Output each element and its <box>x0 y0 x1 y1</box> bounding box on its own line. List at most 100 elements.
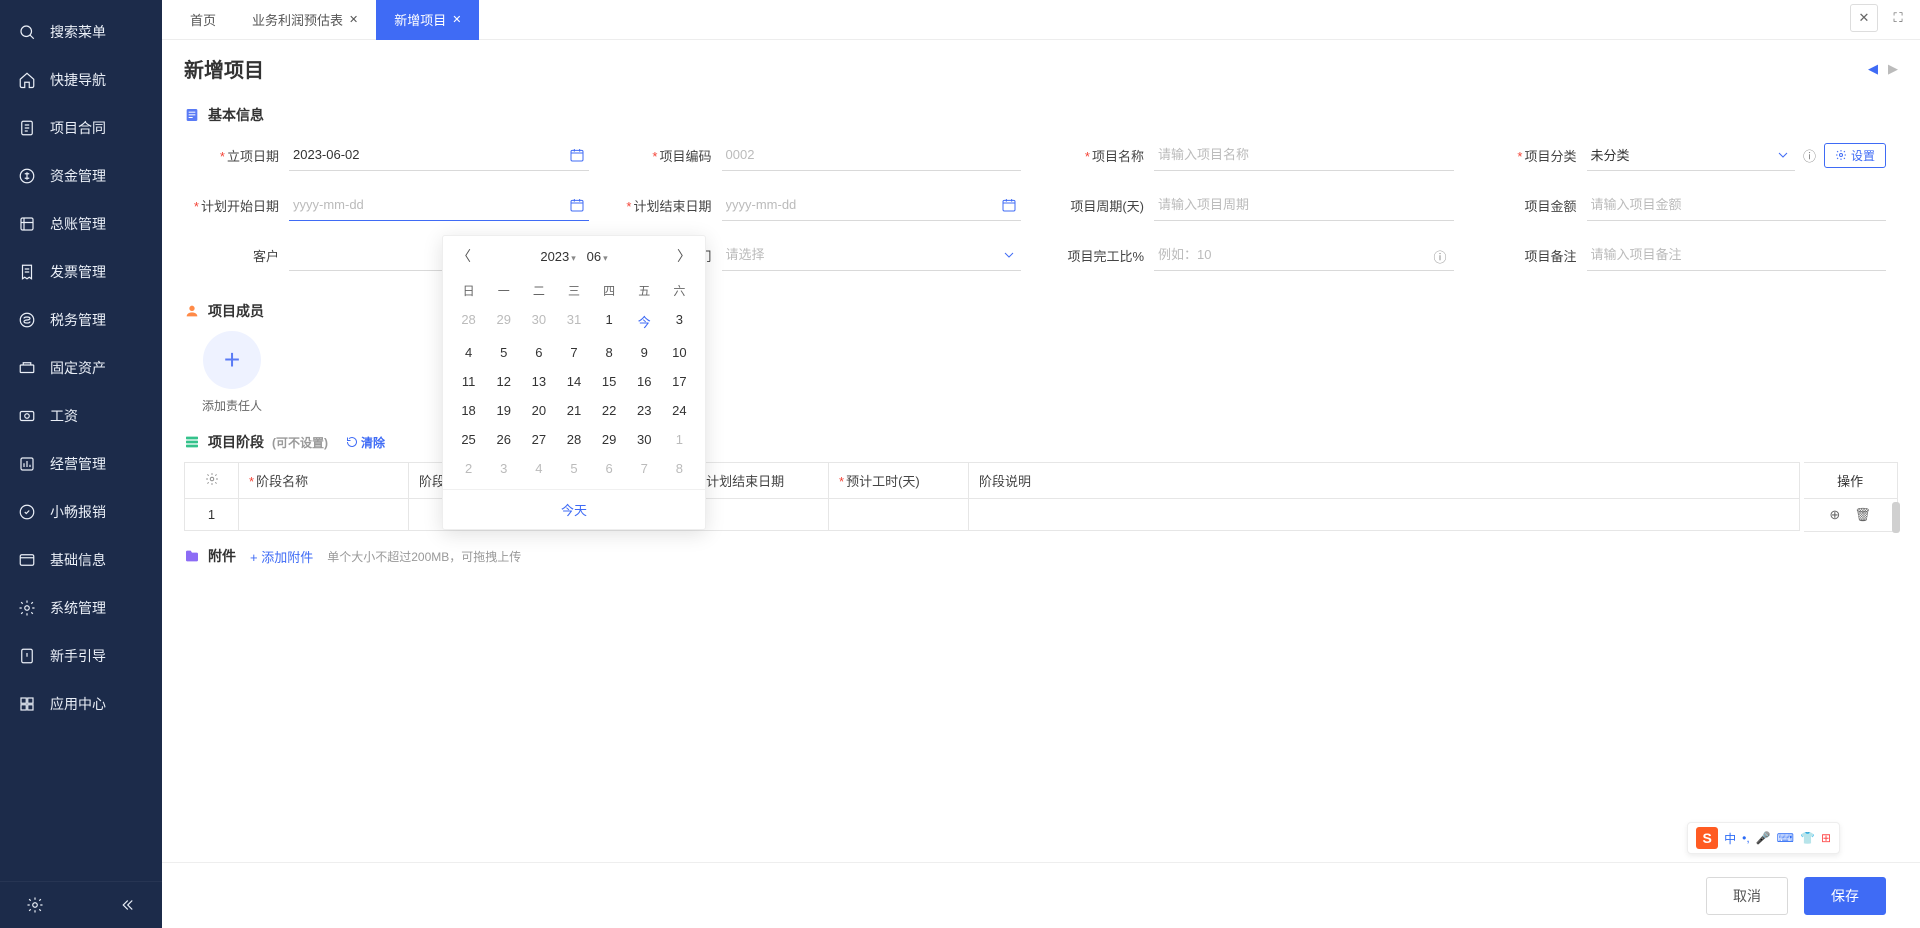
datepicker-day[interactable]: 5 <box>486 338 521 367</box>
clear-stages-button[interactable]: 清除 <box>346 434 385 451</box>
collapse-icon[interactable] <box>118 896 136 914</box>
tab-close-icon[interactable]: ✕ <box>349 13 358 26</box>
tab-close-button[interactable]: ✕ <box>1850 4 1878 32</box>
sidebar-item-1[interactable]: 快捷导航 <box>0 56 162 104</box>
proj-cat-select[interactable] <box>1587 139 1795 171</box>
page-prev-button[interactable]: ◀ <box>1868 61 1878 77</box>
add-member-button[interactable]: + <box>203 331 261 389</box>
calendar-icon[interactable] <box>569 147 585 163</box>
datepicker-day[interactable]: 6 <box>592 454 627 483</box>
tab-2[interactable]: 新增项目✕ <box>376 0 479 40</box>
est-date-input[interactable] <box>289 139 589 171</box>
datepicker-day[interactable]: 4 <box>451 338 486 367</box>
datepicker-day[interactable]: 10 <box>662 338 697 367</box>
sidebar-item-10[interactable]: 小畅报销 <box>0 488 162 536</box>
sidebar-item-12[interactable]: 系统管理 <box>0 584 162 632</box>
datepicker-day[interactable]: 21 <box>556 396 591 425</box>
sidebar-item-4[interactable]: 总账管理 <box>0 200 162 248</box>
datepicker-prev-button[interactable]: 〈 <box>457 246 471 266</box>
page-next-button[interactable]: ▶ <box>1888 61 1898 77</box>
datepicker-day[interactable]: 31 <box>556 305 591 338</box>
datepicker-day[interactable]: 1 <box>592 305 627 338</box>
datepicker-day[interactable]: 12 <box>486 367 521 396</box>
datepicker-day[interactable]: 5 <box>556 454 591 483</box>
gear-icon[interactable] <box>205 472 219 486</box>
datepicker-day[interactable]: 17 <box>662 367 697 396</box>
sidebar-item-13[interactable]: 新手引导 <box>0 632 162 680</box>
progress-input[interactable] <box>1154 239 1454 271</box>
tab-1[interactable]: 业务利润预估表✕ <box>234 0 376 40</box>
ime-toolbar[interactable]: S 中 •, 🎤 ⌨ 👕 ⊞ <box>1687 822 1840 854</box>
datepicker-month[interactable]: 06 <box>587 249 601 264</box>
datepicker-day[interactable]: 6 <box>521 338 556 367</box>
plan-end-input[interactable] <box>722 189 1022 221</box>
datepicker-day[interactable]: 7 <box>627 454 662 483</box>
row-delete-button[interactable]: 🗑 <box>1854 507 1871 523</box>
datepicker-day[interactable]: 3 <box>662 305 697 338</box>
sidebar-item-8[interactable]: 工资 <box>0 392 162 440</box>
datepicker-day[interactable]: 29 <box>592 425 627 454</box>
datepicker-day[interactable]: 2 <box>451 454 486 483</box>
datepicker-day[interactable]: 7 <box>556 338 591 367</box>
scrollbar[interactable] <box>1892 502 1900 533</box>
calendar-icon[interactable] <box>1001 197 1017 213</box>
amount-input[interactable] <box>1587 189 1887 221</box>
sidebar-item-11[interactable]: 基础信息 <box>0 536 162 584</box>
row-add-button[interactable]: ⊕ <box>1829 507 1840 523</box>
datepicker-year[interactable]: 2023 <box>540 249 569 264</box>
datepicker-day[interactable]: 29 <box>486 305 521 338</box>
datepicker-day[interactable]: 9 <box>627 338 662 367</box>
datepicker-day[interactable]: 13 <box>521 367 556 396</box>
help-icon[interactable]: ⓘ <box>1803 146 1816 165</box>
sidebar-item-3[interactable]: 资金管理 <box>0 152 162 200</box>
datepicker-day[interactable]: 今 <box>627 305 662 338</box>
datepicker-day[interactable]: 16 <box>627 367 662 396</box>
dept-select[interactable] <box>722 239 1022 271</box>
help-icon[interactable]: ⓘ <box>1434 247 1450 263</box>
datepicker-day[interactable]: 8 <box>592 338 627 367</box>
settings-icon[interactable] <box>26 896 44 914</box>
datepicker-day[interactable]: 8 <box>662 454 697 483</box>
datepicker-day[interactable]: 14 <box>556 367 591 396</box>
setting-button[interactable]: 设置 <box>1824 143 1886 168</box>
tab-0[interactable]: 首页 <box>172 0 234 40</box>
proj-code-input[interactable] <box>722 139 1022 171</box>
period-input[interactable] <box>1154 189 1454 221</box>
datepicker-day[interactable]: 18 <box>451 396 486 425</box>
datepicker-day[interactable]: 3 <box>486 454 521 483</box>
chevron-down-icon[interactable] <box>1001 247 1017 263</box>
add-attachment-button[interactable]: + 添加附件 <box>250 547 313 566</box>
sidebar-item-9[interactable]: 经营管理 <box>0 440 162 488</box>
cancel-button[interactable]: 取消 <box>1706 877 1788 915</box>
datepicker-day[interactable]: 30 <box>627 425 662 454</box>
chevron-down-icon[interactable] <box>1775 147 1791 163</box>
datepicker-day[interactable]: 1 <box>662 425 697 454</box>
datepicker-day[interactable]: 28 <box>556 425 591 454</box>
datepicker-day[interactable]: 26 <box>486 425 521 454</box>
datepicker-day[interactable]: 30 <box>521 305 556 338</box>
save-button[interactable]: 保存 <box>1804 877 1886 915</box>
remark-input[interactable] <box>1587 239 1887 271</box>
table-row[interactable]: 1 <box>185 499 1800 531</box>
sidebar-item-5[interactable]: 发票管理 <box>0 248 162 296</box>
datepicker-day[interactable]: 28 <box>451 305 486 338</box>
datepicker-day[interactable]: 24 <box>662 396 697 425</box>
sidebar-item-7[interactable]: 固定资产 <box>0 344 162 392</box>
datepicker-day[interactable]: 4 <box>521 454 556 483</box>
tab-close-icon[interactable]: ✕ <box>452 13 461 26</box>
proj-name-input[interactable] <box>1154 139 1454 171</box>
datepicker-day[interactable]: 19 <box>486 396 521 425</box>
datepicker-day[interactable]: 25 <box>451 425 486 454</box>
datepicker-day[interactable]: 15 <box>592 367 627 396</box>
calendar-icon[interactable] <box>569 197 585 213</box>
datepicker-next-button[interactable]: 〉 <box>677 246 691 266</box>
datepicker-today-button[interactable]: 今天 <box>443 489 705 529</box>
datepicker-day[interactable]: 27 <box>521 425 556 454</box>
datepicker-day[interactable]: 20 <box>521 396 556 425</box>
plan-start-input[interactable] <box>289 189 589 221</box>
datepicker-day[interactable]: 11 <box>451 367 486 396</box>
fullscreen-button[interactable]: ⛶ <box>1884 4 1912 32</box>
sidebar-item-14[interactable]: 应用中心 <box>0 680 162 728</box>
datepicker-day[interactable]: 22 <box>592 396 627 425</box>
sidebar-item-0[interactable]: 搜索菜单 <box>0 8 162 56</box>
